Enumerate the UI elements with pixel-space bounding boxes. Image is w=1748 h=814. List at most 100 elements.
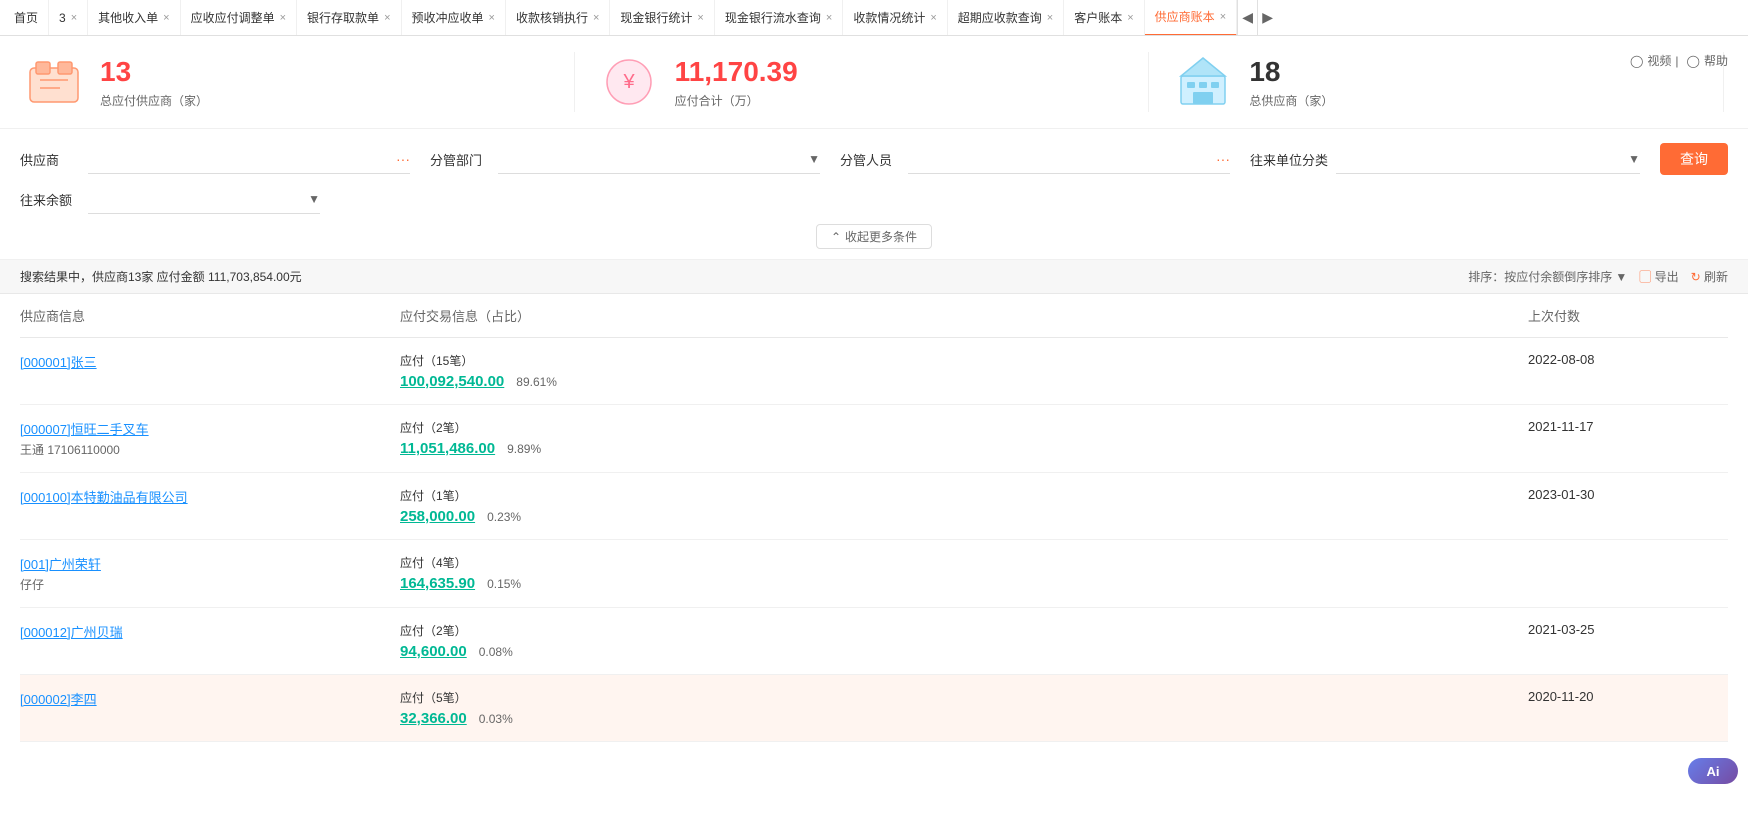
stat-total-suppliers-label: 总供应商（家） bbox=[1249, 92, 1333, 109]
lastpay-cell-6: 2020-11-20 bbox=[1528, 689, 1728, 704]
filter-supplier: 供应商 ··· bbox=[20, 145, 410, 174]
refresh-icon: ↻ bbox=[1691, 270, 1701, 284]
collapse-label: 收起更多条件 bbox=[845, 228, 917, 245]
payable-pct-3: 0.23% bbox=[487, 510, 521, 524]
payable-amount-2[interactable]: 11,051,486.00 bbox=[400, 440, 495, 457]
payable-cell-5: 应付（2笔） 94,600.00 0.08% bbox=[400, 622, 1528, 660]
category-label: 往来单位分类 bbox=[1250, 150, 1328, 169]
close-icon[interactable]: × bbox=[1220, 11, 1226, 23]
supplier-input[interactable] bbox=[88, 145, 396, 173]
supplier-link-6[interactable]: [000002]李四 bbox=[20, 689, 400, 708]
help-link[interactable]: 帮助 bbox=[1704, 52, 1728, 69]
query-button[interactable]: 查询 bbox=[1660, 143, 1728, 175]
nav-tab-customer-ledger[interactable]: 客户账本 × bbox=[1064, 0, 1144, 36]
dept-input[interactable] bbox=[498, 145, 804, 173]
close-icon[interactable]: × bbox=[930, 12, 936, 24]
chevron-up-icon: ⌃ bbox=[831, 230, 841, 244]
nav-tab-cashflow[interactable]: 现金银行流水查询 × bbox=[715, 0, 843, 36]
payable-amount-3[interactable]: 258,000.00 bbox=[400, 508, 475, 525]
nav-tab-collection-stat[interactable]: 收款情况统计 × bbox=[843, 0, 947, 36]
payable-cell-6: 应付（5笔） 32,366.00 0.03% bbox=[400, 689, 1528, 727]
results-actions: 排序：按应付余额倒序排序 ▼ ▢ 导出 ↻ 刷新 bbox=[1468, 268, 1728, 285]
close-icon[interactable]: × bbox=[163, 12, 169, 24]
nav-tab-supplier-ledger[interactable]: 供应商账本 × bbox=[1145, 0, 1237, 36]
close-icon[interactable]: × bbox=[489, 12, 495, 24]
person-dots-icon[interactable]: ··· bbox=[1216, 151, 1230, 167]
nav-tab-3-label: 3 bbox=[59, 11, 66, 25]
close-icon[interactable]: × bbox=[71, 12, 77, 24]
balance-dropdown-icon[interactable]: ▼ bbox=[308, 192, 320, 206]
category-input[interactable] bbox=[1336, 145, 1624, 173]
nav-tab-ar-adjust[interactable]: 应收应付调整单 × bbox=[181, 0, 297, 36]
lastpay-date-6: 2020-11-20 bbox=[1528, 689, 1594, 704]
ai-badge[interactable]: Ai bbox=[1688, 758, 1738, 784]
nav-tab-customer-ledger-label: 客户账本 bbox=[1074, 9, 1122, 26]
nav-tab-collection-label: 收款核销执行 bbox=[516, 9, 588, 26]
lastpay-cell-3: 2023-01-30 bbox=[1528, 487, 1728, 502]
payable-count-5: 应付（2笔） bbox=[400, 622, 1528, 639]
nav-tab-collection[interactable]: 收款核销执行 × bbox=[506, 0, 610, 36]
person-input[interactable] bbox=[908, 145, 1216, 173]
top-navigation: 首页 3 × 其他收入单 × 应收应付调整单 × 银行存取款单 × 预收冲应收单… bbox=[0, 0, 1748, 36]
person-label: 分管人员 bbox=[840, 150, 900, 169]
supplier-link-3[interactable]: [000100]本特勤油品有限公司 bbox=[20, 487, 400, 506]
nav-next-arrow[interactable]: ▶ bbox=[1257, 0, 1277, 36]
payable-cell-3: 应付（1笔） 258,000.00 0.23% bbox=[400, 487, 1528, 525]
results-bar: 搜索结果中，供应商13家 应付金额 111,703,854.00元 排序：按应付… bbox=[0, 260, 1748, 294]
sort-dropdown[interactable]: 排序：按应付余额倒序排序 ▼ bbox=[1468, 268, 1627, 285]
table-row: [000012]广州贝瑞 应付（2笔） 94,600.00 0.08% 2021… bbox=[20, 608, 1728, 675]
dept-label: 分管部门 bbox=[430, 150, 490, 169]
table-header: 供应商信息 应付交易信息（占比） 上次付数 bbox=[20, 294, 1728, 338]
payable-amount-6[interactable]: 32,366.00 bbox=[400, 710, 467, 727]
top-right-links: ◯ 视频 | ◯ 帮助 bbox=[1626, 52, 1728, 69]
payable-amount-4[interactable]: 164,635.90 bbox=[400, 575, 475, 592]
close-icon[interactable]: × bbox=[384, 12, 390, 24]
payable-amount-5[interactable]: 94,600.00 bbox=[400, 643, 467, 660]
close-icon[interactable]: × bbox=[697, 12, 703, 24]
table-row: [000007]恒旺二手叉车 王通 17106110000 应付（2笔） 11,… bbox=[20, 405, 1728, 473]
close-icon[interactable]: × bbox=[1047, 12, 1053, 24]
stat-payable-total-number: 11,170.39 bbox=[675, 55, 798, 89]
filter-person: 分管人员 ··· bbox=[840, 145, 1230, 174]
nav-tab-bank-deposit-label: 银行存取款单 bbox=[307, 9, 379, 26]
header-supplier: 供应商信息 bbox=[20, 306, 400, 325]
close-icon[interactable]: × bbox=[826, 12, 832, 24]
video-link[interactable]: 视频 bbox=[1647, 52, 1671, 69]
collapse-button[interactable]: ⌃ 收起更多条件 bbox=[816, 224, 932, 249]
dept-input-wrapper: ▼ bbox=[498, 145, 820, 174]
payable-cell-4: 应付（4笔） 164,635.90 0.15% bbox=[400, 554, 1528, 592]
close-icon[interactable]: × bbox=[1127, 12, 1133, 24]
nav-prev-arrow[interactable]: ◀ bbox=[1237, 0, 1257, 36]
nav-tab-other-income[interactable]: 其他收入单 × bbox=[88, 0, 180, 36]
balance-input[interactable] bbox=[88, 185, 304, 213]
supplier-link-5[interactable]: [000012]广州贝瑞 bbox=[20, 622, 400, 641]
supplier-link-4[interactable]: [001]广州荣轩 bbox=[20, 554, 400, 573]
supplier-cell-3: [000100]本特勤油品有限公司 bbox=[20, 487, 400, 506]
nav-tab-home[interactable]: 首页 bbox=[4, 0, 49, 36]
filter-category: 往来单位分类 ▼ bbox=[1250, 145, 1640, 174]
nav-tab-prepay[interactable]: 预收冲应收单 × bbox=[402, 0, 506, 36]
sort-label: 排序：按应付余额倒序排序 bbox=[1468, 268, 1612, 285]
payable-cell-2: 应付（2笔） 11,051,486.00 9.89% bbox=[400, 419, 1528, 457]
nav-tab-3[interactable]: 3 × bbox=[49, 0, 88, 36]
close-icon[interactable]: × bbox=[593, 12, 599, 24]
dept-dropdown-icon[interactable]: ▼ bbox=[808, 152, 820, 166]
refresh-label: 刷新 bbox=[1704, 270, 1728, 284]
nav-tab-ar-adjust-label: 应收应付调整单 bbox=[191, 9, 275, 26]
close-icon[interactable]: × bbox=[280, 12, 286, 24]
nav-tab-overdue[interactable]: 超期应收款查询 × bbox=[948, 0, 1064, 36]
category-dropdown-icon[interactable]: ▼ bbox=[1628, 152, 1640, 166]
nav-tab-bank-deposit[interactable]: 银行存取款单 × bbox=[297, 0, 401, 36]
lastpay-cell-1: 2022-08-08 bbox=[1528, 352, 1728, 367]
payable-amount-1[interactable]: 100,092,540.00 bbox=[400, 373, 504, 390]
supplier-link-1[interactable]: [000001]张三 bbox=[20, 352, 400, 371]
lastpay-date-3: 2023-01-30 bbox=[1528, 487, 1595, 502]
payable-row-6: 32,366.00 0.03% bbox=[400, 710, 1528, 727]
supplier-dots-icon[interactable]: ··· bbox=[396, 151, 410, 167]
export-button[interactable]: ▢ 导出 bbox=[1639, 268, 1678, 285]
supplier-input-wrapper: ··· bbox=[88, 145, 410, 174]
refresh-button[interactable]: ↻ 刷新 bbox=[1691, 268, 1728, 285]
nav-tab-cash-bank[interactable]: 现金银行统计 × bbox=[610, 0, 714, 36]
header-payable: 应付交易信息（占比） bbox=[400, 306, 1528, 325]
supplier-link-2[interactable]: [000007]恒旺二手叉车 bbox=[20, 419, 400, 438]
